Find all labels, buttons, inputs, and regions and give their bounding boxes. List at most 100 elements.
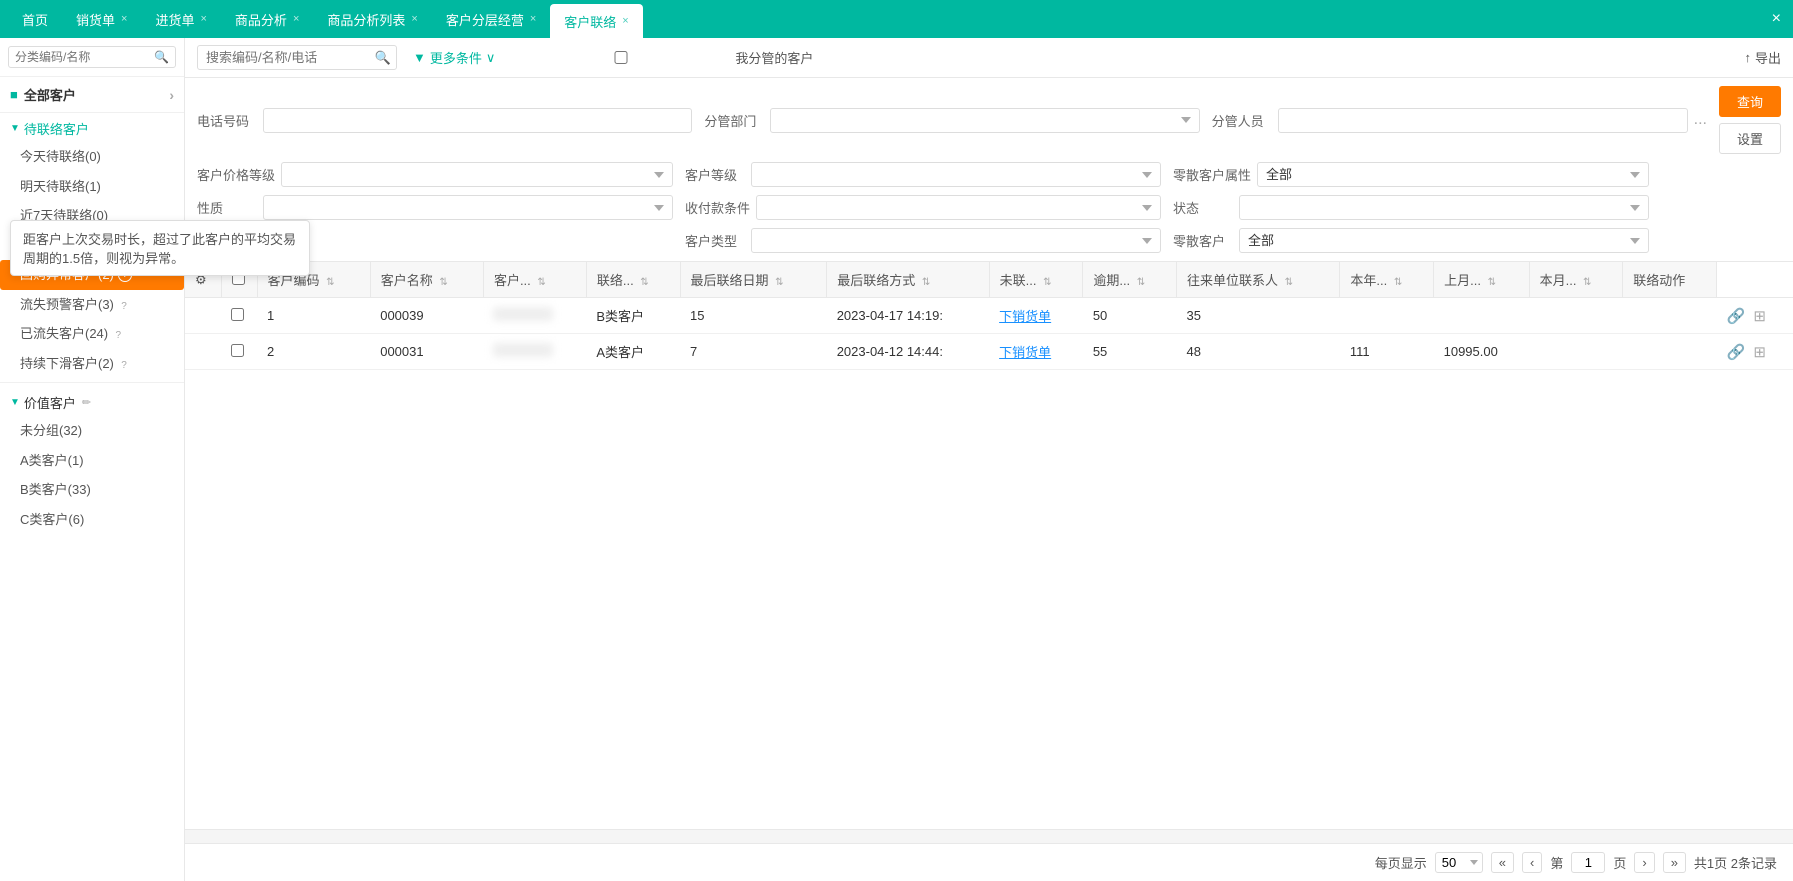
filter-retail-customer-label: 零散客户 <box>1173 231 1233 250</box>
nav-product-list[interactable]: 商品分析列表 × <box>313 0 431 38</box>
filter-phone-input[interactable] <box>263 108 692 133</box>
sidebar-search-input[interactable] <box>8 46 176 68</box>
more-filter-button[interactable]: ▼ 更多条件 ∨ <box>405 44 503 71</box>
filter-retail-customer-select[interactable]: 全部 <box>1239 228 1649 253</box>
filter-dept-select[interactable] <box>770 108 1199 133</box>
filter-customer-level-select[interactable] <box>751 162 1161 187</box>
col-last-contact-date: 最后联络日期 ⇅ <box>680 262 827 298</box>
info-icon3: ? <box>115 330 121 341</box>
sidebar-item-churned[interactable]: 已流失客户(24) ? <box>0 319 184 349</box>
sort-company-contact-icon: ⇅ <box>1285 277 1293 288</box>
sidebar-search-icon: 🔍 <box>154 50 169 64</box>
sidebar-group-value[interactable]: ▼ 价值客户 ✏ <box>0 387 184 416</box>
search-button[interactable]: 🔍 <box>375 50 391 66</box>
sort-contact-count-icon: ⇅ <box>640 277 648 288</box>
cell-no-contact: 50 <box>1083 298 1177 334</box>
main-layout: 🔍 ■ 全部客户 › ▼ 待联络客户 今天待联络(0) 明天待联络(1) 近7天… <box>0 38 1793 881</box>
sidebar-item-b-class[interactable]: B类客户(33) <box>0 475 184 505</box>
filter-price-level-select[interactable] <box>281 162 673 187</box>
export-button[interactable]: ↑ 导出 <box>1744 48 1781 67</box>
filter-bar: 🔍 ▼ 更多条件 ∨ 我分管的客户 ↑ 导出 <box>185 38 1793 78</box>
settings-button[interactable]: 设置 <box>1719 123 1781 154</box>
nav-home[interactable]: 首页 <box>8 0 62 38</box>
cell-company-contact <box>1340 298 1434 334</box>
collapse-icon[interactable]: › <box>169 87 174 103</box>
first-page-button[interactable]: « <box>1491 852 1514 873</box>
arrow-down-icon: ▼ <box>10 123 20 134</box>
filter-retail-attr-label: 零散客户属性 <box>1173 165 1251 184</box>
filter-person-dots[interactable]: ... <box>1694 111 1707 129</box>
close-customer-contact-icon[interactable]: × <box>622 15 628 27</box>
filter-nature-select[interactable] <box>263 195 673 220</box>
info-icon4: ? <box>121 360 127 371</box>
horizontal-scrollbar[interactable] <box>185 829 1793 843</box>
filter-customer-level-label: 客户等级 <box>685 165 745 184</box>
query-button[interactable]: 查询 <box>1719 86 1781 117</box>
page-number-input[interactable] <box>1571 852 1605 873</box>
table-body: 1 000039 B类客户 15 2023-04-17 14:19: 下销货单 … <box>185 298 1793 370</box>
close-product-list-icon[interactable]: × <box>411 13 417 25</box>
row-checkbox[interactable] <box>231 344 244 357</box>
filter-status-label: 状态 <box>1173 198 1233 217</box>
contact-method-link[interactable]: 下销货单 <box>999 345 1051 360</box>
filter-price-level: 客户价格等级 <box>197 162 673 187</box>
sidebar-item-churn-warning[interactable]: 流失预警客户(3) ? <box>0 290 184 320</box>
my-customer-checkbox[interactable] <box>511 51 731 64</box>
row-checkbox[interactable] <box>231 308 244 321</box>
sidebar-item-tomorrow[interactable]: 明天待联络(1) <box>0 172 184 202</box>
nav-customer-mgmt[interactable]: 客户分层经营 × <box>432 0 550 38</box>
next-page-button[interactable]: › <box>1634 852 1654 873</box>
close-all-tabs-icon[interactable]: × <box>1772 10 1781 28</box>
last-page-button[interactable]: » <box>1663 852 1686 873</box>
close-sales-icon[interactable]: × <box>121 13 127 25</box>
nav-purchase[interactable]: 进货单 × <box>141 0 220 38</box>
nav-sales[interactable]: 销货单 × <box>62 0 141 38</box>
grid-icon[interactable]: ⊞ <box>1753 307 1766 325</box>
sidebar-item-a-class[interactable]: A类客户(1) <box>0 446 184 476</box>
sidebar-item-declining[interactable]: 持续下滑客户(2) ? <box>0 349 184 379</box>
cell-category: B类客户 <box>586 298 680 334</box>
cell-overdue: 48 <box>1177 334 1340 370</box>
filter-nature: 性质 <box>197 195 673 220</box>
cell-last-month <box>1529 298 1623 334</box>
nav-customer-contact[interactable]: 客户联络 × <box>550 4 642 38</box>
cell-category: A类客户 <box>586 334 680 370</box>
close-purchase-icon[interactable]: × <box>200 13 206 25</box>
my-customer-checkbox-wrap[interactable]: 我分管的客户 <box>511 48 813 67</box>
sort-name-icon: ⇅ <box>439 277 447 288</box>
link-icon[interactable]: 🔗 <box>1727 307 1746 325</box>
filter-person-input[interactable] <box>1278 108 1688 133</box>
nav-product-analysis[interactable]: 商品分析 × <box>221 0 313 38</box>
cell-this-year: 10995.00 <box>1434 334 1529 370</box>
tooltip-box: 距客户上次交易时长，超过了此客户的平均交易周期的1.5倍，则视为异常。 <box>10 220 310 276</box>
search-input[interactable] <box>197 45 397 70</box>
search-wrap: 🔍 <box>197 45 397 70</box>
close-customer-mgmt-icon[interactable]: × <box>530 13 536 25</box>
cell-this-month <box>1623 298 1717 334</box>
contact-method-link[interactable]: 下销货单 <box>999 309 1051 324</box>
total-records-label: 共1页 2条记录 <box>1694 853 1777 872</box>
sidebar-group-pending[interactable]: ▼ 待联络客户 <box>0 113 184 142</box>
sidebar-item-c-class[interactable]: C类客户(6) <box>0 505 184 535</box>
all-customers-header[interactable]: ■ 全部客户 › <box>0 77 184 113</box>
filter-retail-attr-select[interactable]: 全部 <box>1257 162 1649 187</box>
cell-row-settings <box>185 334 221 370</box>
sidebar-item-ungrouped[interactable]: 未分组(32) <box>0 416 184 446</box>
filter-payment: 收付款条件 <box>685 195 1161 220</box>
per-page-select[interactable]: 50 10 20 100 <box>1435 852 1483 873</box>
grid-icon[interactable]: ⊞ <box>1753 343 1766 361</box>
filter-status-select[interactable] <box>1239 195 1649 220</box>
per-page-label: 每页显示 <box>1375 853 1427 872</box>
filter-payment-select[interactable] <box>756 195 1161 220</box>
sort-no-contact-icon: ⇅ <box>1043 277 1051 288</box>
edit-icon[interactable]: ✏ <box>82 396 91 409</box>
top-nav: 首页 销货单 × 进货单 × 商品分析 × 商品分析列表 × 客户分层经营 × … <box>0 0 1793 38</box>
prev-page-button[interactable]: ‹ <box>1522 852 1542 873</box>
sidebar-item-today[interactable]: 今天待联络(0) <box>0 142 184 172</box>
close-product-analysis-icon[interactable]: × <box>293 13 299 25</box>
cell-last-month <box>1529 334 1623 370</box>
cell-name <box>483 334 586 370</box>
col-company-contact: 往来单位联系人 ⇅ <box>1177 262 1340 298</box>
filter-customer-type-select[interactable] <box>751 228 1161 253</box>
link-icon[interactable]: 🔗 <box>1727 343 1746 361</box>
